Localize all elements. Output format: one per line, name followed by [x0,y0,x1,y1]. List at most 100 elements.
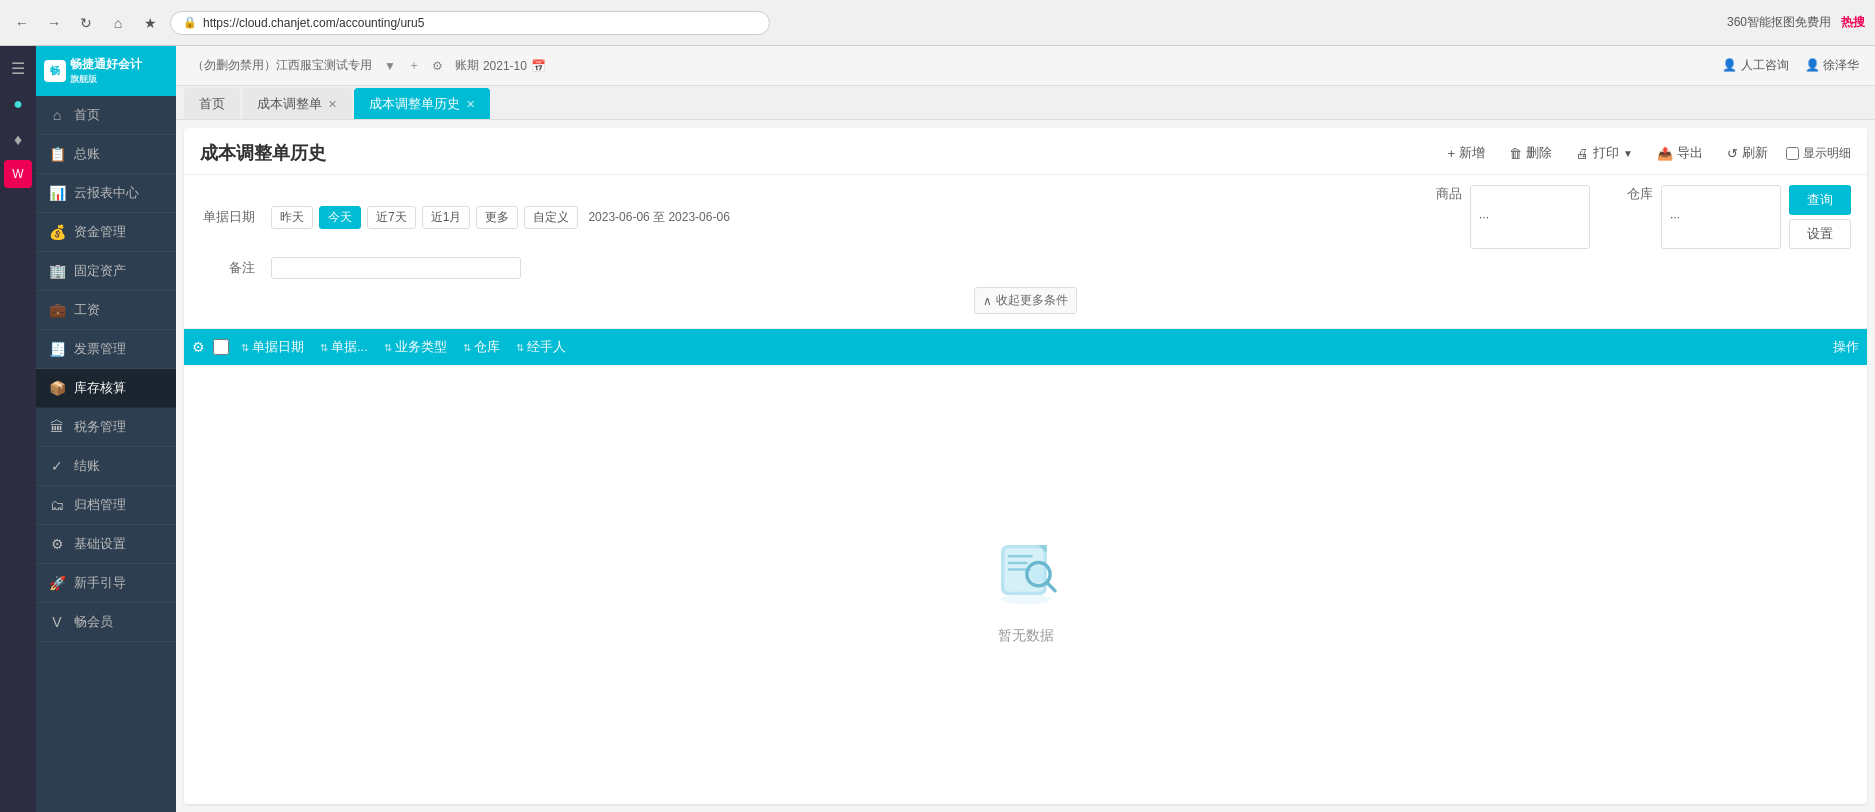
logo-name: 畅捷通好会计 [70,56,142,73]
col-header-operator[interactable]: ⇅ 经手人 [516,338,566,356]
show-detail-checkbox[interactable] [1786,147,1799,160]
col-biz-label: 业务类型 [395,338,447,356]
query-btn-group: 查询 设置 [1789,185,1851,249]
delete-icon: 🗑 [1509,146,1522,161]
service-btn[interactable]: 👤 人工咨询 [1722,57,1788,74]
sidebar-label-reports: 云报表中心 [74,184,139,202]
table-gear-icon[interactable]: ⚙ [192,339,205,355]
date-btn-last-month[interactable]: 近1月 [422,206,471,229]
col-date-label: 单据日期 [252,338,304,356]
tab-cost-adjust[interactable]: 成本调整单 ✕ [242,88,352,119]
inventory-icon: 📦 [48,380,66,396]
tab-cost-adjust-history[interactable]: 成本调整单历史 ✕ [354,88,490,119]
refresh-button[interactable]: ↻ [74,11,98,35]
browser-chrome: ← → ↻ ⌂ ★ 🔒 https://cloud.chanjet.com/ac… [0,0,1875,46]
weibo-icon[interactable]: W [4,160,32,188]
bookmark-button[interactable]: ★ [138,11,162,35]
sidebar-item-invoice[interactable]: 🧾 发票管理 [36,330,176,369]
sidebar-label-salary: 工资 [74,301,100,319]
address-bar[interactable]: 🔒 https://cloud.chanjet.com/accounting/u… [170,11,770,35]
sidebar-item-inventory[interactable]: 📦 库存核算 [36,369,176,408]
print-button[interactable]: 🖨 打印 ▼ [1570,140,1639,166]
collapse-button[interactable]: ∧ 收起更多条件 [974,287,1077,314]
tab-cost-adjust-history-label: 成本调整单历史 [369,95,460,113]
user-name: 徐泽华 [1823,58,1859,72]
add-button[interactable]: + 新增 [1442,140,1492,166]
refresh-button[interactable]: ↺ 刷新 [1721,140,1774,166]
sidebar-item-salary[interactable]: 💼 工资 [36,291,176,330]
app-container: ☰ ● ♦ W 畅 畅捷通好会计 旗舰版 ⌂ 首页 📋 总账 📊 云报表中心 💰… [0,46,1875,812]
export-button[interactable]: 📤 导出 [1651,140,1709,166]
table-area: ⚙ ⇅ 单据日期 ⇅ 单据... ⇅ 业务类型 ⇅ [184,329,1867,804]
home-button[interactable]: ⌂ [106,11,130,35]
sidebar-label-close: 结账 [74,457,100,475]
goods-filter-label: 商品 [1407,185,1462,249]
col-header-biz-type[interactable]: ⇅ 业务类型 [384,338,447,356]
goods-selector[interactable]: ··· [1470,185,1590,249]
show-detail-toggle[interactable]: 显示明细 [1786,145,1851,162]
col-header-date[interactable]: ⇅ 单据日期 [241,338,304,356]
sidebar-item-guide[interactable]: 🚀 新手引导 [36,564,176,603]
show-detail-label: 显示明细 [1803,145,1851,162]
top-bar-right: 👤 人工咨询 👤 徐泽华 [1722,57,1859,74]
member-icon: V [48,614,66,630]
home-icon: ⌂ [48,107,66,123]
date-btn-more[interactable]: 更多 [476,206,518,229]
tab-cost-adjust-history-close[interactable]: ✕ [466,98,475,111]
icon-bar-item-1[interactable]: ● [0,86,36,122]
sidebar-item-reports[interactable]: 📊 云报表中心 [36,174,176,213]
export-label: 导出 [1677,144,1703,162]
sidebar-item-assets-mgmt[interactable]: 💰 资金管理 [36,213,176,252]
sort-icon-op: ⇅ [516,342,524,353]
svg-point-0 [1001,594,1051,604]
query-button[interactable]: 查询 [1789,185,1851,215]
hot-label: 热搜 [1841,14,1865,31]
select-all-checkbox[interactable] [213,339,229,355]
sidebar-item-member[interactable]: V 畅会员 [36,603,176,642]
delete-button[interactable]: 🗑 删除 [1503,140,1558,166]
warehouse-selector[interactable]: ··· [1661,185,1781,249]
icon-bar-item-2[interactable]: ♦ [0,122,36,158]
gear-icon-topbar[interactable]: ⚙ [432,59,443,73]
icon-bar-item-0[interactable]: ☰ [0,50,36,86]
filter-right-selectors: 商品 ··· 仓库 ··· 查询 设置 [1407,185,1851,249]
ledger-icon: 📋 [48,146,66,162]
date-btn-custom[interactable]: 自定义 [524,206,578,229]
back-button[interactable]: ← [10,11,34,35]
sidebar-label-guide: 新手引导 [74,574,126,592]
delete-label: 删除 [1526,144,1552,162]
sidebar-label-inventory: 库存核算 [74,379,126,397]
search-label: 360智能抠图免费用 [1727,14,1831,31]
tab-cost-adjust-close[interactable]: ✕ [328,98,337,111]
archive-icon: 🗂 [48,497,66,513]
print-icon: 🖨 [1576,146,1589,161]
forward-button[interactable]: → [42,11,66,35]
sidebar-item-home[interactable]: ⌂ 首页 [36,96,176,135]
note-input[interactable] [271,257,521,279]
date-btn-last7[interactable]: 近7天 [367,206,416,229]
tab-home[interactable]: 首页 [184,88,240,119]
sidebar: 畅 畅捷通好会计 旗舰版 ⌂ 首页 📋 总账 📊 云报表中心 💰 资金管理 🏢 … [36,46,176,812]
add-label: 新增 [1459,144,1485,162]
sidebar-item-ledger[interactable]: 📋 总账 [36,135,176,174]
col-header-number[interactable]: ⇅ 单据... [320,338,368,356]
guide-icon: 🚀 [48,575,66,591]
date-btn-today[interactable]: 今天 [319,206,361,229]
col-header-warehouse[interactable]: ⇅ 仓库 [463,338,500,356]
sidebar-item-settings[interactable]: ⚙ 基础设置 [36,525,176,564]
calendar-icon[interactable]: 📅 [531,59,546,73]
user-avatar[interactable]: 👤 徐泽华 [1805,57,1859,74]
add-icon[interactable]: ＋ [408,57,420,74]
sidebar-item-tax[interactable]: 🏛 税务管理 [36,408,176,447]
sidebar-item-archive[interactable]: 🗂 归档管理 [36,486,176,525]
set-button[interactable]: 设置 [1789,219,1851,249]
top-bar-left: （勿删勿禁用）江西服宝测试专用 ▼ ＋ ⚙ 账期 2021-10 📅 [192,57,546,74]
reports-icon: 📊 [48,185,66,201]
svg-line-8 [1046,582,1054,590]
sidebar-item-close[interactable]: ✓ 结账 [36,447,176,486]
collapse-label: 收起更多条件 [996,292,1068,309]
dropdown-icon[interactable]: ▼ [384,59,396,73]
sidebar-item-fixed-assets[interactable]: 🏢 固定资产 [36,252,176,291]
tab-bar: 首页 成本调整单 ✕ 成本调整单历史 ✕ [176,86,1875,120]
date-btn-yesterday[interactable]: 昨天 [271,206,313,229]
